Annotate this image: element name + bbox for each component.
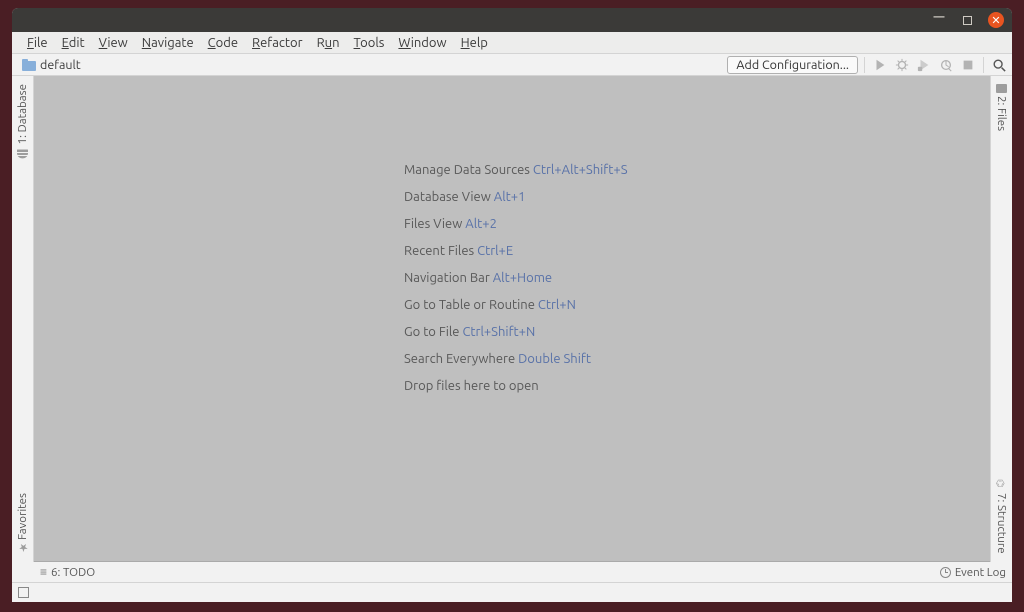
tip-row: Go to File Ctrl+Shift+N xyxy=(404,326,628,339)
menubar: File Edit View Navigate Code Refactor Ru… xyxy=(12,32,1012,54)
tip-row: Search Everywhere Double Shift xyxy=(404,353,628,366)
structure-tool-tab[interactable]: 7: Structure xyxy=(995,475,1008,558)
close-button[interactable]: ✕ xyxy=(988,12,1004,28)
run-with-coverage-icon[interactable] xyxy=(915,56,933,74)
tip-row: Drop files here to open xyxy=(404,380,628,393)
menu-tools[interactable]: Tools xyxy=(347,36,392,50)
minimize-button[interactable]: — xyxy=(932,10,946,24)
search-icon[interactable] xyxy=(990,56,1008,74)
editor-empty-state[interactable]: Manage Data Sources Ctrl+Alt+Shift+S Dat… xyxy=(34,76,990,562)
main-area: 1: Database Favorites Manage Data Source… xyxy=(12,76,1012,562)
status-bar xyxy=(12,582,1012,602)
tip-row: Database View Alt+1 xyxy=(404,191,628,204)
tip-row: Files View Alt+2 xyxy=(404,218,628,231)
structure-icon xyxy=(996,479,1007,490)
folder-icon xyxy=(996,84,1007,93)
database-tool-tab[interactable]: 1: Database xyxy=(16,80,29,162)
project-name: default xyxy=(40,58,81,72)
menu-navigate[interactable]: Navigate xyxy=(135,36,201,50)
welcome-tips: Manage Data Sources Ctrl+Alt+Shift+S Dat… xyxy=(404,164,628,407)
maximize-button[interactable] xyxy=(960,13,974,27)
tip-row: Go to Table or Routine Ctrl+N xyxy=(404,299,628,312)
left-gutter: 1: Database Favorites xyxy=(12,76,34,562)
stop-icon[interactable] xyxy=(959,56,977,74)
tip-row: Navigation Bar Alt+Home xyxy=(404,272,628,285)
star-icon xyxy=(17,543,28,554)
tool-tabs-bottom: 6: TODO Event Log xyxy=(12,562,1012,582)
event-log-tab[interactable]: Event Log xyxy=(940,566,1006,579)
menu-edit[interactable]: Edit xyxy=(55,36,92,50)
run-icon[interactable] xyxy=(871,56,889,74)
files-tool-tab[interactable]: 2: Files xyxy=(995,80,1008,135)
menu-refactor[interactable]: Refactor xyxy=(245,36,310,50)
breadcrumb[interactable]: default xyxy=(16,58,81,72)
folder-icon xyxy=(22,59,36,71)
menu-view[interactable]: View xyxy=(92,36,135,50)
app-window: — ✕ File Edit View Navigate Code Refacto… xyxy=(12,8,1012,602)
database-icon xyxy=(17,147,28,158)
menu-help[interactable]: Help xyxy=(454,36,495,50)
clock-icon xyxy=(940,567,951,578)
tip-row: Manage Data Sources Ctrl+Alt+Shift+S xyxy=(404,164,628,177)
right-gutter: 2: Files 7: Structure xyxy=(990,76,1012,562)
menu-run[interactable]: Run xyxy=(310,36,347,50)
add-configuration-button[interactable]: Add Configuration... xyxy=(727,56,858,74)
tip-row: Recent Files Ctrl+E xyxy=(404,245,628,258)
favorites-tool-tab[interactable]: Favorites xyxy=(16,489,29,558)
menu-window[interactable]: Window xyxy=(391,36,453,50)
nav-toolbar: default Add Configuration... xyxy=(12,54,1012,76)
hide-tool-windows-icon[interactable] xyxy=(18,587,29,598)
titlebar: — ✕ xyxy=(12,8,1012,32)
todo-tool-tab[interactable]: 6: TODO xyxy=(40,565,95,579)
menu-code[interactable]: Code xyxy=(201,36,245,50)
profiler-icon[interactable] xyxy=(937,56,955,74)
menu-file[interactable]: File xyxy=(20,36,55,50)
todo-icon xyxy=(40,565,47,579)
debug-icon[interactable] xyxy=(893,56,911,74)
